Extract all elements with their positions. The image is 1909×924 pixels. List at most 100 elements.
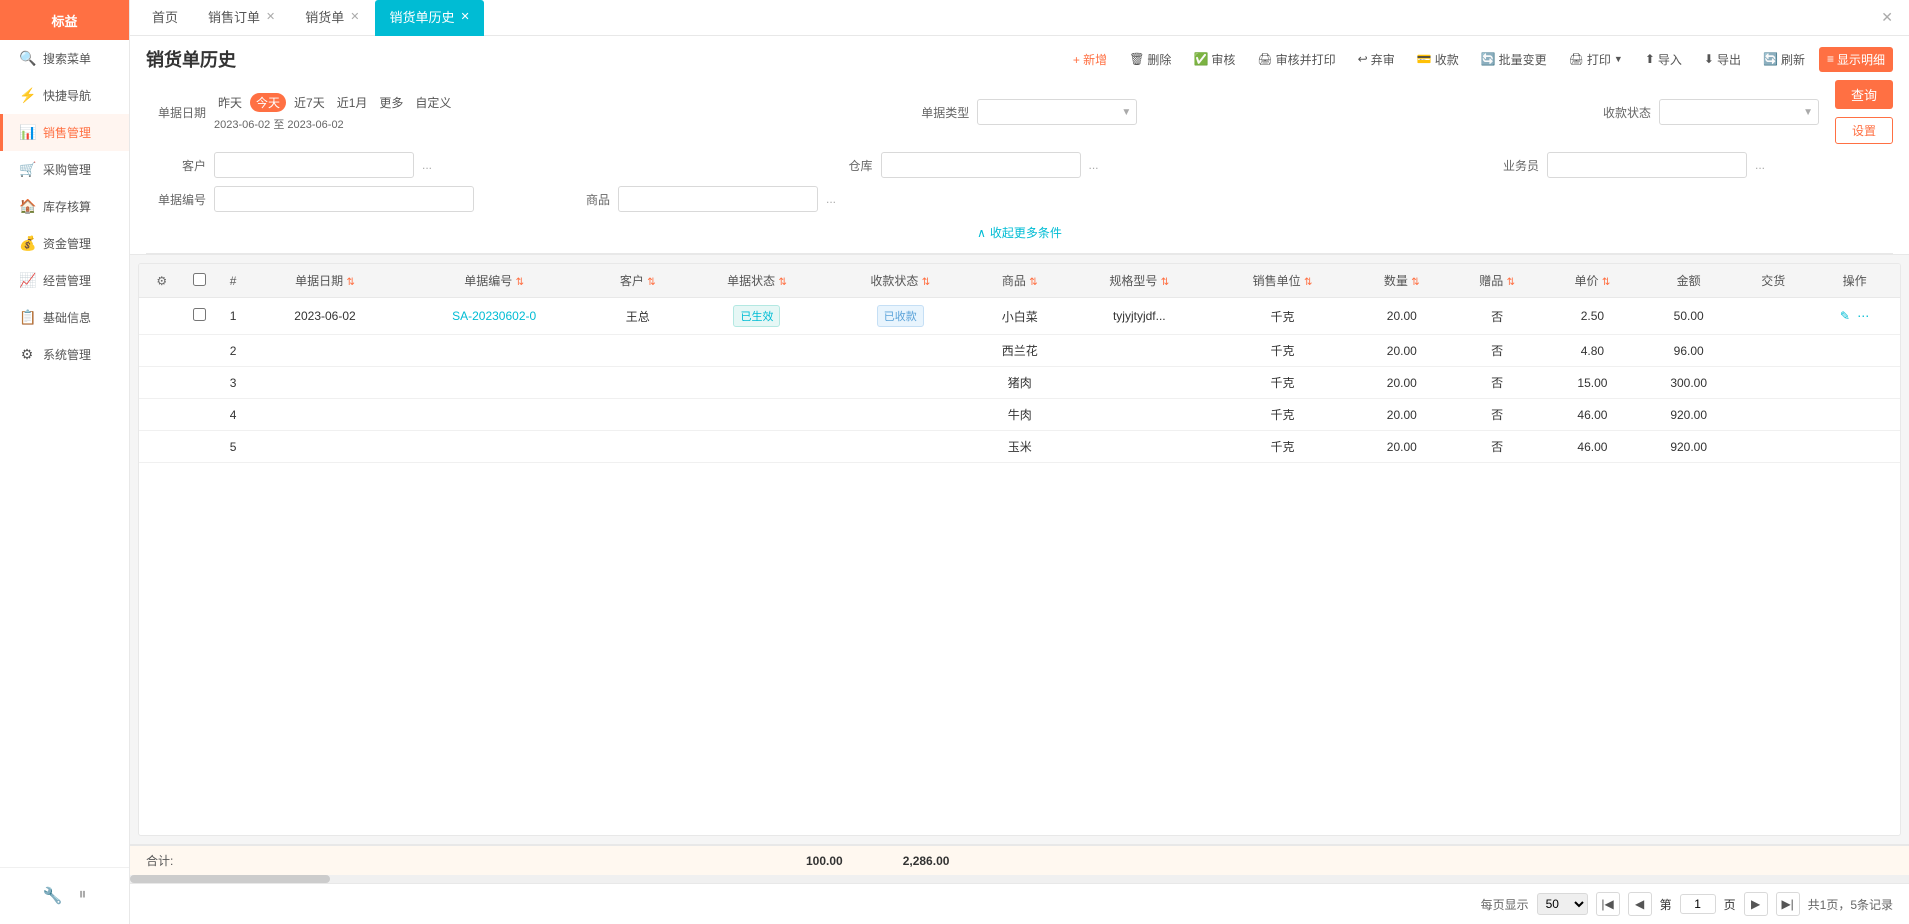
more-action[interactable]: ⋯	[1855, 309, 1871, 323]
collect-button[interactable]: 💳 收款	[1409, 47, 1467, 72]
goods-ellipsis[interactable]: ...	[826, 192, 836, 206]
tab-sales-history-close[interactable]: ✕	[461, 10, 470, 23]
th-doc-status[interactable]: 单据状态 ⇅	[685, 264, 828, 298]
window-close-icon[interactable]: ✕	[1873, 9, 1901, 26]
sort-customer-icon[interactable]: ⇅	[647, 277, 655, 288]
show-detail-button[interactable]: ≡ 显示明细	[1819, 47, 1893, 72]
salesperson-ellipsis[interactable]: ...	[1755, 158, 1765, 172]
sidebar-item-sales[interactable]: 📊 销售管理	[0, 114, 129, 151]
refresh-button[interactable]: 🔄 刷新	[1755, 47, 1813, 72]
query-button[interactable]: 查询	[1835, 80, 1893, 109]
sidebar-item-purchase[interactable]: 🛒 采购管理	[0, 151, 129, 188]
doc-no-link[interactable]: SA-20230602-0	[452, 309, 536, 323]
date-chip-1month[interactable]: 近1月	[333, 93, 372, 112]
cell-actions[interactable]	[1809, 431, 1900, 463]
sort-unit-icon[interactable]: ⇅	[1304, 277, 1312, 288]
cell-doc-no[interactable]: SA-20230602-0	[398, 298, 590, 335]
collect-status-select[interactable]	[1659, 99, 1819, 125]
page-prev-button[interactable]: ◀	[1628, 892, 1652, 916]
salesperson-input[interactable]	[1547, 152, 1747, 178]
pause-bottom-icon[interactable]: ⏸	[78, 886, 86, 906]
warehouse-input[interactable]	[881, 152, 1081, 178]
batch-change-button[interactable]: 🔄 批量变更	[1473, 47, 1555, 72]
date-chip-today[interactable]: 今天	[250, 93, 286, 112]
date-chip-7days[interactable]: 近7天	[290, 93, 329, 112]
sort-doc-status-icon[interactable]: ⇅	[778, 277, 786, 288]
setting-button[interactable]: 设置	[1835, 117, 1893, 144]
cell-doc-no[interactable]	[398, 399, 590, 431]
sort-date-icon[interactable]: ⇅	[346, 277, 354, 288]
sidebar-item-basic-info[interactable]: 📋 基础信息	[0, 299, 129, 336]
th-goods[interactable]: 商品 ⇅	[972, 264, 1068, 298]
th-spec[interactable]: 规格型号 ⇅	[1068, 264, 1211, 298]
cell-doc-no[interactable]	[398, 367, 590, 399]
select-all-checkbox[interactable]	[193, 273, 206, 286]
sort-doc-no-icon[interactable]: ⇅	[516, 277, 524, 288]
th-unit[interactable]: 销售单位 ⇅	[1211, 264, 1354, 298]
abandon-button[interactable]: ↩ 弃审	[1350, 47, 1403, 72]
page-last-button[interactable]: ▶|	[1776, 892, 1800, 916]
cell-checkbox[interactable]	[184, 399, 214, 431]
customer-ellipsis[interactable]: ...	[422, 158, 432, 172]
sort-collect-status-icon[interactable]: ⇅	[922, 277, 930, 288]
page-first-button[interactable]: |◀	[1596, 892, 1620, 916]
sort-unit-price-icon[interactable]: ⇅	[1602, 277, 1610, 288]
sort-gift-icon[interactable]: ⇅	[1507, 277, 1515, 288]
sort-goods-icon[interactable]: ⇅	[1029, 277, 1037, 288]
settings-bottom-icon[interactable]: 🔧	[43, 886, 63, 906]
th-customer[interactable]: 客户 ⇅	[590, 264, 685, 298]
print-button[interactable]: 🖨 打印 ▼	[1561, 47, 1631, 72]
cell-actions[interactable]	[1809, 367, 1900, 399]
page-number-input[interactable]	[1680, 894, 1716, 914]
sidebar-item-finance[interactable]: 💰 资金管理	[0, 225, 129, 262]
row-checkbox[interactable]	[193, 308, 206, 321]
cell-actions[interactable]: ✎ ⋯	[1809, 298, 1900, 335]
warehouse-ellipsis[interactable]: ...	[1089, 158, 1099, 172]
tab-home[interactable]: 首页	[138, 0, 192, 36]
sidebar-item-inventory[interactable]: 🏠 库存核算	[0, 188, 129, 225]
cell-actions[interactable]	[1809, 399, 1900, 431]
doc-no-input[interactable]	[214, 186, 474, 212]
delete-button[interactable]: 🗑 删除	[1121, 47, 1179, 72]
cell-doc-no[interactable]	[398, 431, 590, 463]
th-gift[interactable]: 赠品 ⇅	[1449, 264, 1544, 298]
print-review-button[interactable]: 🖨 审核并打印	[1249, 47, 1343, 72]
date-chip-yesterday[interactable]: 昨天	[214, 93, 246, 112]
page-next-button[interactable]: ▶	[1744, 892, 1768, 916]
tab-sales-delivery[interactable]: 销货单 ✕	[291, 0, 373, 36]
cell-doc-no[interactable]	[398, 335, 590, 367]
cell-checkbox[interactable]	[184, 367, 214, 399]
th-qty[interactable]: 数量 ⇅	[1354, 264, 1449, 298]
cell-checkbox[interactable]	[184, 431, 214, 463]
cell-checkbox[interactable]	[184, 335, 214, 367]
page-size-select[interactable]: 20 50 100	[1537, 893, 1588, 915]
tab-sales-delivery-close[interactable]: ✕	[350, 10, 359, 23]
goods-input[interactable]	[618, 186, 818, 212]
horizontal-scrollbar[interactable]	[130, 875, 1909, 883]
sort-qty-icon[interactable]: ⇅	[1411, 277, 1419, 288]
doc-type-select[interactable]	[977, 99, 1137, 125]
sidebar-item-operation[interactable]: 📈 经营管理	[0, 262, 129, 299]
th-doc-no[interactable]: 单据编号 ⇅	[398, 264, 590, 298]
tab-sales-order-close[interactable]: ✕	[266, 10, 275, 23]
th-checkbox[interactable]	[184, 264, 214, 298]
sidebar-item-search[interactable]: 🔍 搜索菜单	[0, 40, 129, 77]
th-gear[interactable]: ⚙	[139, 264, 184, 298]
cell-actions[interactable]	[1809, 335, 1900, 367]
date-chip-more[interactable]: 更多	[375, 93, 407, 112]
th-unit-price[interactable]: 单价 ⇅	[1545, 264, 1640, 298]
sort-spec-icon[interactable]: ⇅	[1161, 277, 1169, 288]
new-button[interactable]: + 新增	[1065, 47, 1115, 72]
cell-checkbox[interactable]	[184, 298, 214, 335]
customer-input[interactable]	[214, 152, 414, 178]
date-chip-custom[interactable]: 自定义	[411, 93, 455, 112]
tab-sales-order[interactable]: 销售订单 ✕	[194, 0, 289, 36]
export-button[interactable]: ⬇ 导出	[1696, 47, 1749, 72]
edit-action[interactable]: ✎	[1838, 309, 1852, 323]
th-date[interactable]: 单据日期 ⇅	[252, 264, 399, 298]
tab-sales-history[interactable]: 销货单历史 ✕	[375, 0, 483, 36]
more-conditions-toggle[interactable]: ∧ 收起更多条件	[977, 220, 1062, 245]
th-collect-status[interactable]: 收款状态 ⇅	[829, 264, 972, 298]
import-button[interactable]: ⬆ 导入	[1637, 47, 1690, 72]
sidebar-item-system[interactable]: ⚙ 系统管理	[0, 336, 129, 373]
